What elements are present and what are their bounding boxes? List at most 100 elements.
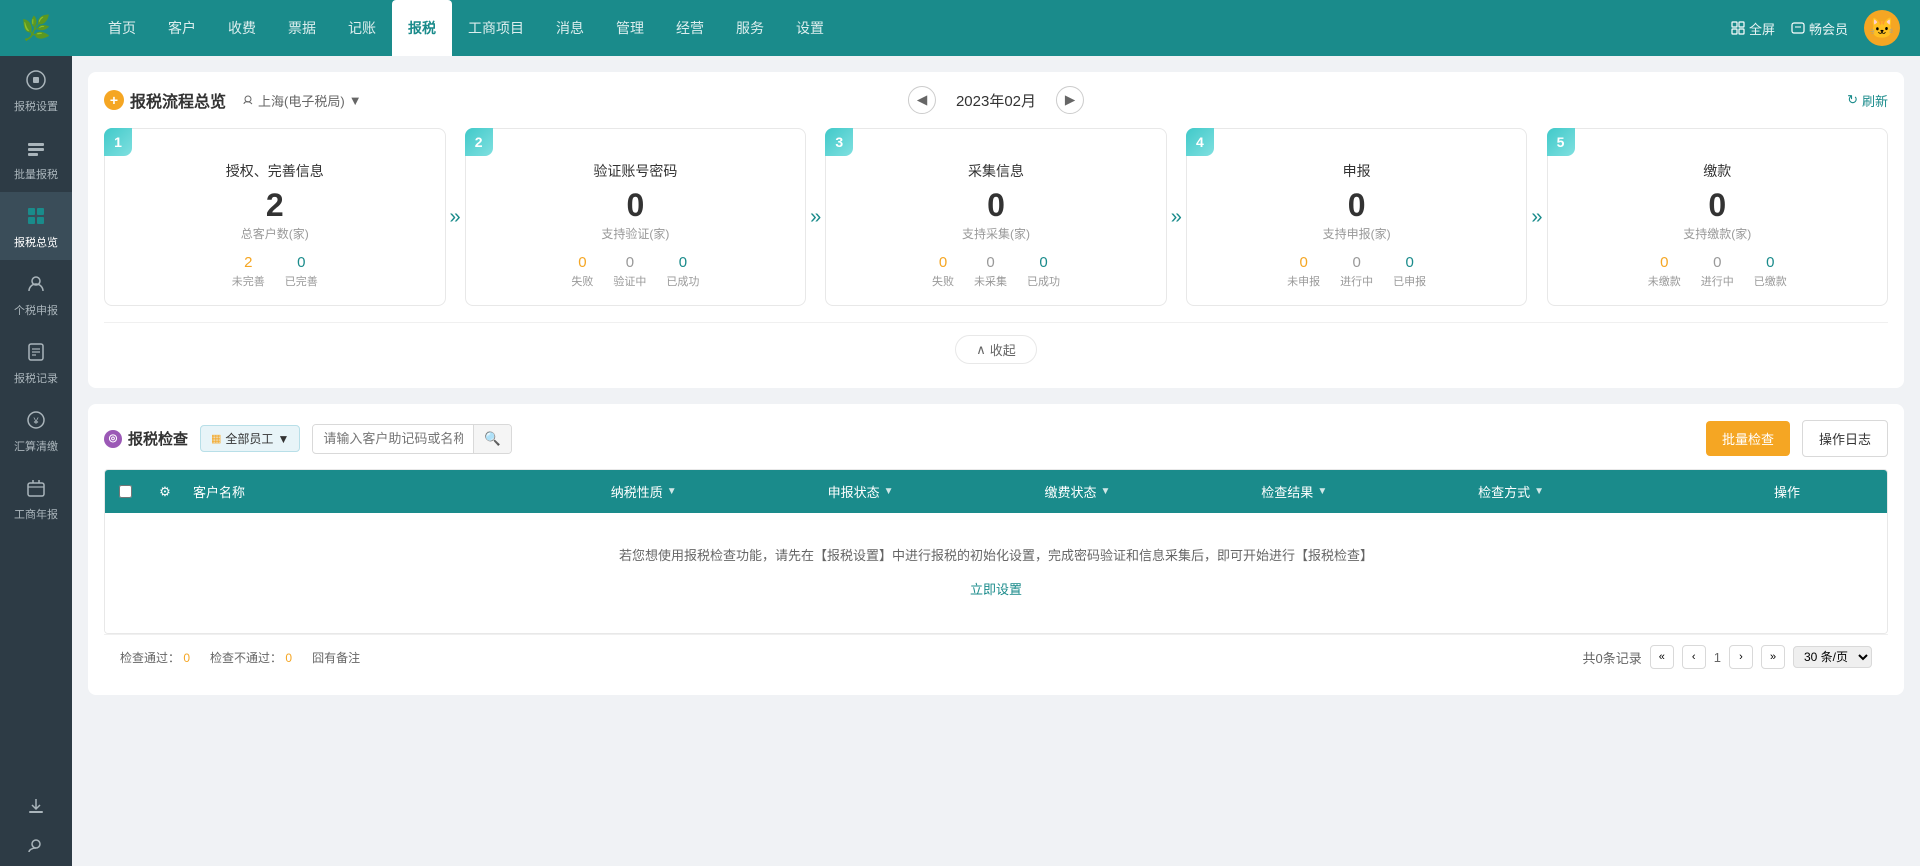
- svg-text:¥: ¥: [32, 416, 39, 426]
- nav-customer[interactable]: 客户: [152, 0, 212, 56]
- step-3-stat-1[interactable]: 0 未采集: [974, 254, 1007, 289]
- step-1-stat-1-label: 已完善: [285, 273, 318, 289]
- next-month-btn[interactable]: ▶: [1056, 86, 1084, 114]
- location-badge[interactable]: 上海(电子税局) ▼: [242, 91, 362, 110]
- baoshuizonglan-icon: [22, 202, 50, 230]
- fullscreen-label: 全屏: [1749, 19, 1775, 38]
- step-4-stat-1[interactable]: 0 进行中: [1340, 254, 1373, 289]
- sidebar-item-pilianbaoshui[interactable]: 批量报税: [0, 124, 72, 192]
- collapse-btn[interactable]: ∧ 收起: [955, 335, 1037, 364]
- baoshuijilu-icon: [22, 338, 50, 366]
- step-5-stat-1-num: 0: [1713, 254, 1721, 271]
- sidebar-item-download[interactable]: [0, 786, 72, 826]
- nav-accounting[interactable]: 记账: [332, 0, 392, 56]
- nav-fee[interactable]: 收费: [212, 0, 272, 56]
- step-5-number: 5: [1547, 128, 1575, 156]
- step-2-stat-2[interactable]: 0 已成功: [666, 254, 699, 289]
- plus-icon: +: [104, 90, 124, 110]
- select-all-checkbox[interactable]: [119, 485, 132, 498]
- nav-service[interactable]: 服务: [720, 0, 780, 56]
- step-3-stats: 0 失败 0 未采集 0 已成功: [932, 254, 1060, 289]
- filter-icon-sm-3: ▼: [1100, 486, 1110, 497]
- th-settings[interactable]: ⚙: [145, 470, 185, 513]
- step-1-stat-1[interactable]: 0 已完善: [285, 254, 318, 289]
- step-3-stat-1-label: 未采集: [974, 273, 1007, 289]
- step-5: 5 缴款 0 支持缴款(家) 0 未缴款 0 进行中: [1547, 128, 1889, 306]
- step-3-stat-0[interactable]: 0 失败: [932, 254, 954, 289]
- th-check-method[interactable]: 检查方式 ▼: [1470, 470, 1687, 513]
- sidebar-item-huisuanqingshu[interactable]: ¥ 汇算清缴: [0, 396, 72, 464]
- fullscreen-btn[interactable]: 全屏: [1731, 19, 1775, 38]
- filter-icon-sm-2: ▼: [884, 486, 894, 497]
- step-4-stat-0[interactable]: 0 未申报: [1287, 254, 1320, 289]
- step-2-stat-1[interactable]: 0 验证中: [613, 254, 646, 289]
- nav-settings[interactable]: 设置: [780, 0, 840, 56]
- nav-business[interactable]: 工商项目: [452, 0, 540, 56]
- th-tax-nature[interactable]: 纳税性质 ▼: [603, 470, 820, 513]
- step-1-stat-0[interactable]: 2 未完善: [232, 254, 265, 289]
- search-button[interactable]: 🔍: [473, 425, 511, 453]
- sidebar-item-location[interactable]: [0, 826, 72, 866]
- employee-filter[interactable]: ▦ 全部员工 ▼: [200, 425, 300, 452]
- nav-operation[interactable]: 经营: [660, 0, 720, 56]
- step-5-stat-1[interactable]: 0 进行中: [1701, 254, 1734, 289]
- step-4-stats: 0 未申报 0 进行中 0 已申报: [1287, 254, 1426, 289]
- th-pay-status[interactable]: 缴费状态 ▼: [1036, 470, 1253, 513]
- sidebar-item-baoshuizonglan[interactable]: 报税总览: [0, 192, 72, 260]
- prev-month-btn[interactable]: ◀: [908, 86, 936, 114]
- fail-num[interactable]: 0: [285, 651, 292, 665]
- filter-icon: ▦: [211, 432, 221, 445]
- step-2-stat-0[interactable]: 0 失败: [571, 254, 593, 289]
- step-5-stat-0-num: 0: [1660, 254, 1668, 271]
- next-page-btn[interactable]: ›: [1729, 645, 1753, 669]
- step-2-stat-0-label: 失败: [571, 273, 593, 289]
- member-btn[interactable]: 畅会员: [1791, 19, 1848, 38]
- step-3-stat-2[interactable]: 0 已成功: [1027, 254, 1060, 289]
- th-report-status[interactable]: 申报状态 ▼: [820, 470, 1037, 513]
- sidebar-item-geshenshenabao[interactable]: 个税申报: [0, 260, 72, 328]
- step-5-stat-0-label: 未缴款: [1648, 273, 1681, 289]
- prev-page-btn[interactable]: ‹: [1682, 645, 1706, 669]
- nav-invoice[interactable]: 票据: [272, 0, 332, 56]
- search-input[interactable]: [313, 425, 473, 452]
- sidebar-item-gongshangnianabao[interactable]: 工商年报: [0, 464, 72, 532]
- taxcheck-icon: ◎: [104, 430, 122, 448]
- step-2-stat-2-num: 0: [679, 254, 687, 271]
- table-header: ⚙ 客户名称 纳税性质 ▼ 申报状态 ▼ 缴费状态 ▼: [105, 470, 1887, 513]
- nav-management[interactable]: 管理: [600, 0, 660, 56]
- collapse-up-icon: ∧: [976, 342, 986, 358]
- step-2-number: 2: [465, 128, 493, 156]
- setup-link[interactable]: 立即设置: [619, 577, 1373, 603]
- refresh-btn[interactable]: ↻ 刷新: [1847, 91, 1888, 110]
- th-checkbox[interactable]: [105, 470, 145, 513]
- step-4-stat-1-num: 0: [1352, 254, 1360, 271]
- operation-log-btn[interactable]: 操作日志: [1802, 420, 1888, 457]
- sidebar-item-label: 报税总览: [14, 234, 58, 250]
- sidebar-item-baoshuijilu[interactable]: 报税记录: [0, 328, 72, 396]
- step-5-stat-2-label: 已缴款: [1754, 273, 1787, 289]
- step-5-stat-0[interactable]: 0 未缴款: [1648, 254, 1681, 289]
- step-5-title: 缴款: [1703, 161, 1731, 181]
- step-4-stat-2-label: 已申报: [1393, 273, 1426, 289]
- last-page-btn[interactable]: »: [1761, 645, 1785, 669]
- th-check-result[interactable]: 检查结果 ▼: [1253, 470, 1470, 513]
- nav-home[interactable]: 首页: [92, 0, 152, 56]
- step-4-bignum: 0: [1348, 189, 1366, 221]
- nav-tax[interactable]: 报税: [392, 0, 452, 56]
- sidebar-item-label: 批量报税: [14, 166, 58, 182]
- sidebar-item-label: 个税申报: [14, 302, 58, 318]
- step-5-stat-2[interactable]: 0 已缴款: [1754, 254, 1787, 289]
- first-page-btn[interactable]: «: [1650, 645, 1674, 669]
- batch-check-btn[interactable]: 批量检查: [1706, 421, 1790, 456]
- step-4-stat-2-num: 0: [1405, 254, 1413, 271]
- sidebar-item-baoshuishezhi[interactable]: 报税设置: [0, 56, 72, 124]
- per-page-select[interactable]: 30 条/页: [1793, 646, 1872, 668]
- nav-message[interactable]: 消息: [540, 0, 600, 56]
- filter-icon-sm-4: ▼: [1317, 486, 1327, 497]
- step-3-title: 采集信息: [968, 161, 1024, 181]
- search-icon: 🔍: [484, 431, 501, 446]
- step-4-stat-2[interactable]: 0 已申报: [1393, 254, 1426, 289]
- pass-num[interactable]: 0: [183, 651, 190, 665]
- user-avatar[interactable]: 🐱: [1864, 10, 1900, 46]
- step-3: 3 采集信息 0 支持采集(家) 0 失败 0 未采集: [825, 128, 1167, 306]
